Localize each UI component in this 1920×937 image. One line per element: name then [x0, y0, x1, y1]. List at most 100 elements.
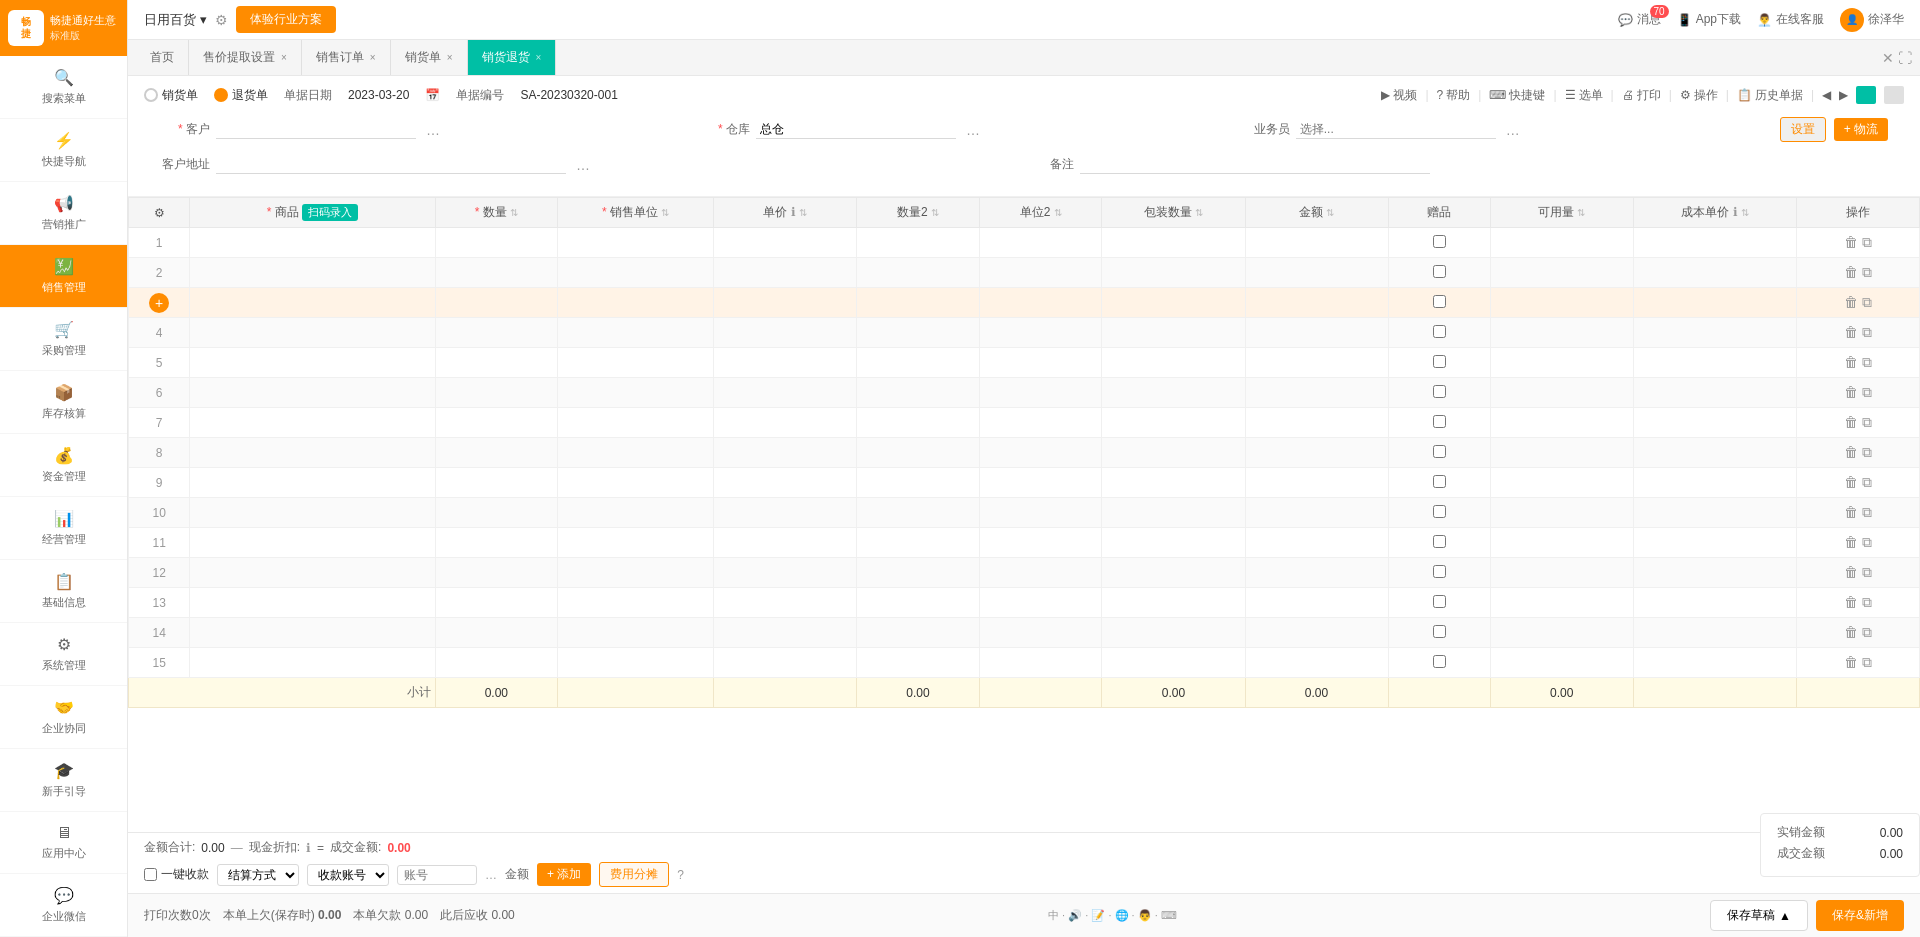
- product-input-15[interactable]: [194, 655, 430, 670]
- product-cell-1[interactable]: [190, 228, 435, 258]
- delete-row-btn-1[interactable]: 🗑: [1844, 234, 1858, 250]
- pkg-cell-14[interactable]: [1102, 618, 1245, 648]
- video-btn[interactable]: ▶ 视频: [1381, 87, 1417, 104]
- price-cell-2[interactable]: [714, 258, 857, 288]
- gift-cell-11[interactable]: [1388, 528, 1490, 558]
- copy-row-btn-13[interactable]: ⧉: [1862, 594, 1872, 611]
- sidebar-item-系统管理[interactable]: ⚙系统管理: [0, 623, 127, 686]
- address-input[interactable]: [216, 155, 566, 174]
- unit2-cell-12[interactable]: [979, 558, 1102, 588]
- gift-checkbox-10[interactable]: [1433, 505, 1446, 518]
- sidebar-item-企业协同[interactable]: 🤝企业协同: [0, 686, 127, 749]
- price-cell-6[interactable]: [714, 378, 857, 408]
- sidebar-item-采购管理[interactable]: 🛒采购管理: [0, 308, 127, 371]
- pkg-cell-8[interactable]: [1102, 438, 1245, 468]
- qty2-cell-8[interactable]: [857, 438, 980, 468]
- pkg-cell-7[interactable]: [1102, 408, 1245, 438]
- qty2-cell-4[interactable]: [857, 318, 980, 348]
- tab-3[interactable]: 销货单×: [391, 40, 468, 75]
- product-input-10[interactable]: [194, 505, 430, 520]
- gift-checkbox-5[interactable]: [1433, 355, 1446, 368]
- amount-cell-14[interactable]: [1245, 618, 1388, 648]
- gift-checkbox-6[interactable]: [1433, 385, 1446, 398]
- amount-input[interactable]: [397, 865, 477, 885]
- price-cell-9[interactable]: [714, 468, 857, 498]
- amount-cell-15[interactable]: [1245, 648, 1388, 678]
- gift-cell-9[interactable]: [1388, 468, 1490, 498]
- topbar-gear-icon[interactable]: ⚙: [215, 12, 228, 28]
- avail-cell-2[interactable]: [1490, 258, 1633, 288]
- qty-cell-13[interactable]: [435, 588, 558, 618]
- unit-cell-12[interactable]: [558, 558, 714, 588]
- product-input-9[interactable]: [194, 475, 430, 490]
- cost-cell-3[interactable]: [1633, 288, 1796, 318]
- unit-cell-6[interactable]: [558, 378, 714, 408]
- gift-checkbox-8[interactable]: [1433, 445, 1446, 458]
- cost-cell-1[interactable]: [1633, 228, 1796, 258]
- unit-cell-1[interactable]: [558, 228, 714, 258]
- online-service-button[interactable]: 👨‍💼 在线客服: [1757, 11, 1824, 28]
- staff-input[interactable]: [1296, 120, 1496, 139]
- price-cell-1[interactable]: [714, 228, 857, 258]
- cost-cell-4[interactable]: [1633, 318, 1796, 348]
- unit2-cell-3[interactable]: [979, 288, 1102, 318]
- unit-sort-icon[interactable]: ⇅: [661, 207, 669, 218]
- qty-cell-12[interactable]: [435, 558, 558, 588]
- gift-checkbox-7[interactable]: [1433, 415, 1446, 428]
- tab-4[interactable]: 销货退货×: [468, 40, 557, 75]
- gift-cell-6[interactable]: [1388, 378, 1490, 408]
- unit2-cell-6[interactable]: [979, 378, 1102, 408]
- amount-cell-2[interactable]: [1245, 258, 1388, 288]
- qty-cell-6[interactable]: [435, 378, 558, 408]
- product-input-3[interactable]: [194, 295, 430, 310]
- amount-cell-3[interactable]: [1245, 288, 1388, 318]
- sidebar-item-经营管理[interactable]: 📊经营管理: [0, 497, 127, 560]
- sidebar-item-库存核算[interactable]: 📦库存核算: [0, 371, 127, 434]
- gift-cell-7[interactable]: [1388, 408, 1490, 438]
- price-cell-8[interactable]: [714, 438, 857, 468]
- expense-split-button[interactable]: 费用分摊: [599, 862, 669, 887]
- copy-row-btn-3[interactable]: ⧉: [1862, 294, 1872, 311]
- qty-cell-7[interactable]: [435, 408, 558, 438]
- amount-cell-11[interactable]: [1245, 528, 1388, 558]
- pkg-sort-icon[interactable]: ⇅: [1195, 207, 1203, 218]
- product-input-8[interactable]: [194, 445, 430, 460]
- product-cell-2[interactable]: [190, 258, 435, 288]
- customer-more-icon[interactable]: …: [426, 122, 440, 138]
- avail-cell-8[interactable]: [1490, 438, 1633, 468]
- product-cell-14[interactable]: [190, 618, 435, 648]
- copy-row-btn-6[interactable]: ⧉: [1862, 384, 1872, 401]
- cost-cell-10[interactable]: [1633, 498, 1796, 528]
- unit2-cell-10[interactable]: [979, 498, 1102, 528]
- history-btn[interactable]: 📋 历史单据: [1737, 87, 1803, 104]
- gift-checkbox-1[interactable]: [1433, 235, 1446, 248]
- product-cell-5[interactable]: [190, 348, 435, 378]
- product-cell-11[interactable]: [190, 528, 435, 558]
- qty-cell-2[interactable]: [435, 258, 558, 288]
- delete-row-btn-8[interactable]: 🗑: [1844, 444, 1858, 460]
- tab-2[interactable]: 销售订单×: [302, 40, 391, 75]
- unit2-cell-13[interactable]: [979, 588, 1102, 618]
- gift-cell-13[interactable]: [1388, 588, 1490, 618]
- avail-cell-6[interactable]: [1490, 378, 1633, 408]
- unit-cell-4[interactable]: [558, 318, 714, 348]
- gift-checkbox-3[interactable]: [1433, 295, 1446, 308]
- amount-cell-13[interactable]: [1245, 588, 1388, 618]
- save-draft-button[interactable]: 保存草稿 ▲: [1710, 900, 1808, 931]
- amount-cell-7[interactable]: [1245, 408, 1388, 438]
- price-cell-7[interactable]: [714, 408, 857, 438]
- unit2-cell-9[interactable]: [979, 468, 1102, 498]
- tab-close-1[interactable]: ×: [281, 52, 287, 63]
- pkg-cell-12[interactable]: [1102, 558, 1245, 588]
- qty2-cell-7[interactable]: [857, 408, 980, 438]
- delete-row-btn-13[interactable]: 🗑: [1844, 594, 1858, 610]
- amount-cell-5[interactable]: [1245, 348, 1388, 378]
- product-cell-4[interactable]: [190, 318, 435, 348]
- qty-cell-11[interactable]: [435, 528, 558, 558]
- product-cell-15[interactable]: [190, 648, 435, 678]
- message-button[interactable]: 💬 消息 70: [1618, 11, 1661, 28]
- delete-row-btn-9[interactable]: 🗑: [1844, 474, 1858, 490]
- gift-cell-4[interactable]: [1388, 318, 1490, 348]
- cost-cell-12[interactable]: [1633, 558, 1796, 588]
- operation-btn[interactable]: ⚙ 操作: [1680, 87, 1718, 104]
